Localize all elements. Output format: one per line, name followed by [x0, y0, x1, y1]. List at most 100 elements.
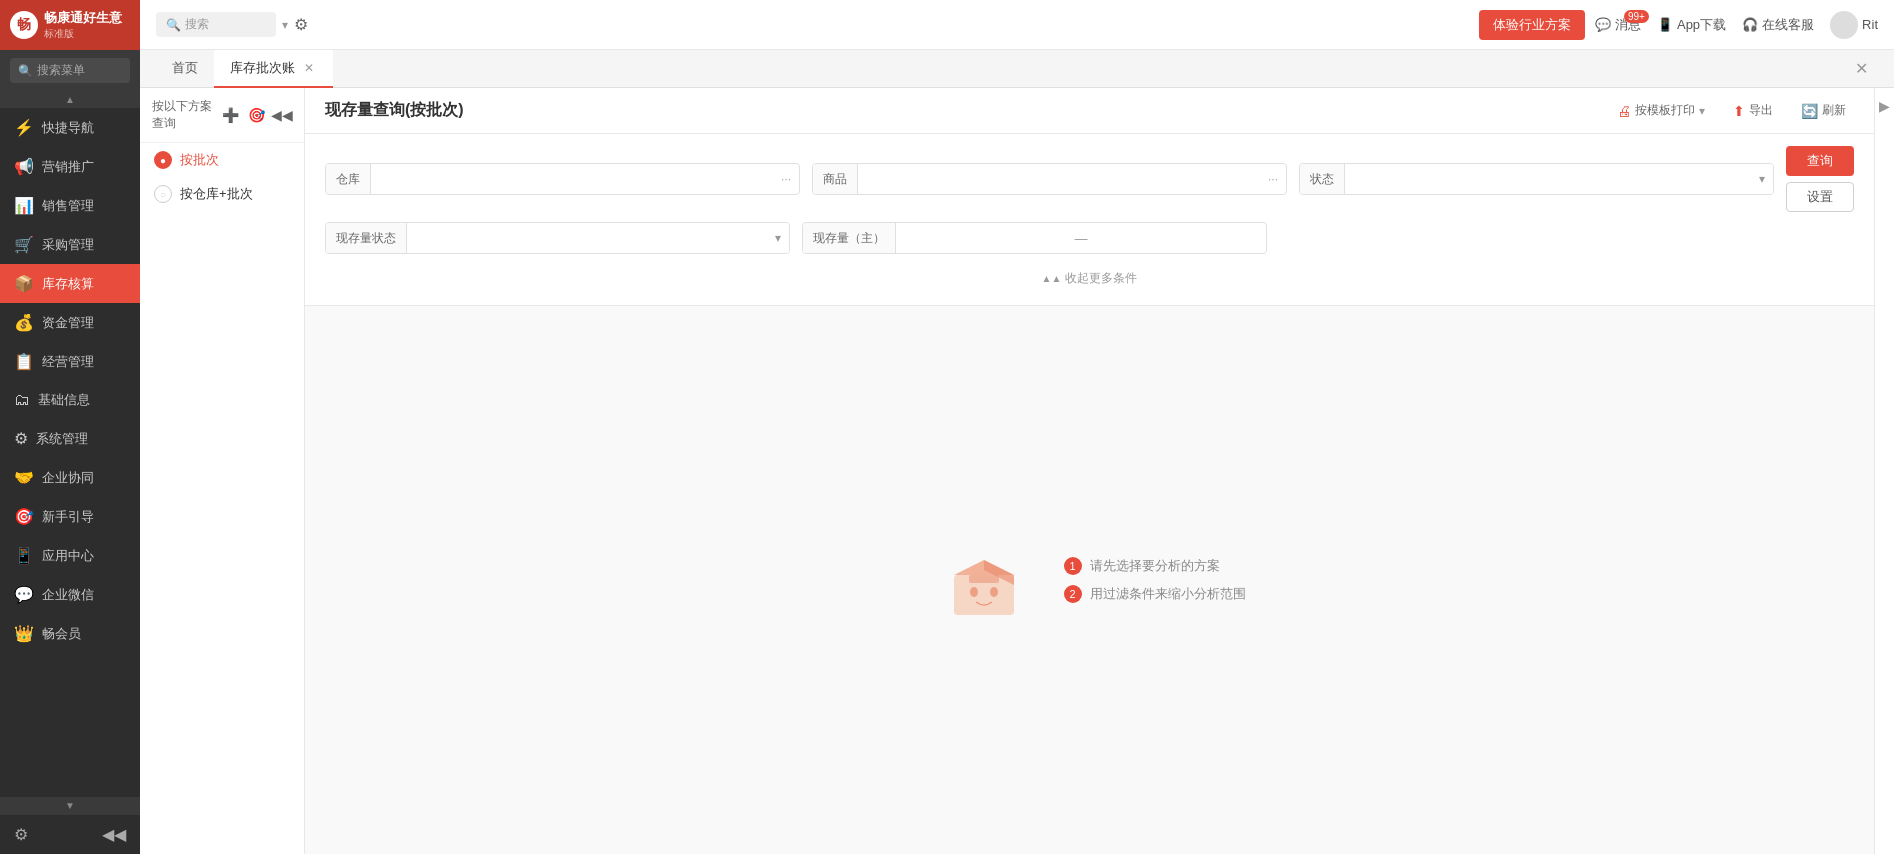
print-dropdown-icon[interactable]: ▾ — [1699, 104, 1705, 118]
print-button[interactable]: 🖨 按模板打印 ▾ — [1609, 98, 1713, 123]
filter-row-2: 现存量状态 ▾ 现存量（主） — — [325, 222, 1854, 254]
left-panel: 按以下方案查询 ➕ 🎯 ◀◀ ● 按批次 ○ 按仓库+批次 — [140, 88, 305, 854]
collapse-left-panel-button[interactable]: ◀◀ — [272, 105, 292, 125]
right-panel-close-button[interactable]: ▶ — [1879, 98, 1890, 114]
tab-close-button[interactable]: ✕ — [301, 60, 317, 76]
inventory-icon: 📦 — [14, 274, 34, 293]
svg-point-5 — [990, 587, 998, 597]
main-panel: 现存量查询(按批次) 🖨 按模板打印 ▾ ⬆ 导出 🔄 刷新 — [305, 88, 1874, 854]
product-filter-input[interactable] — [858, 172, 1260, 186]
sidebar-scroll-up[interactable]: ▲ — [0, 91, 140, 108]
product-more-icon[interactable]: ··· — [1260, 172, 1286, 186]
empty-tip-1-text: 请先选择要分析的方案 — [1090, 557, 1220, 575]
company-edition: 标准版 — [44, 27, 122, 40]
scheme-by-warehouse-batch[interactable]: ○ 按仓库+批次 — [140, 177, 304, 211]
collapse-arrow-icon: ▲▲ — [1042, 273, 1062, 284]
tab-batch-account-label: 库存批次账 — [230, 59, 295, 77]
scheme-by-batch-label: 按批次 — [180, 151, 219, 169]
sidebar-header: 畅 畅康通好生意 标准版 — [0, 0, 140, 50]
wechat-icon: 💬 — [14, 585, 34, 604]
settings-icon[interactable]: ⚙ — [14, 825, 28, 844]
sidebar-item-purchase[interactable]: 🛒 采购管理 — [0, 225, 140, 264]
empty-tip-2-text: 用过滤条件来缩小分析范围 — [1090, 585, 1246, 603]
logo-icon: 畅 — [10, 11, 38, 39]
topbar-chevron-icon[interactable]: ▾ — [282, 18, 288, 32]
trial-button[interactable]: 体验行业方案 — [1479, 10, 1585, 40]
inventory-qty-min-input[interactable] — [896, 231, 1069, 245]
sidebar-item-membership[interactable]: 👑 畅会员 — [0, 614, 140, 653]
sidebar-item-finance[interactable]: 💰 资金管理 — [0, 303, 140, 342]
user-profile-button[interactable]: Rit — [1830, 11, 1878, 39]
messages-badge: 99+ — [1624, 10, 1649, 23]
app-download-icon: 📱 — [1657, 17, 1673, 32]
tab-home[interactable]: 首页 — [156, 50, 214, 88]
collapse-sidebar-icon[interactable]: ◀◀ — [102, 825, 126, 844]
sidebar-item-wechat-label: 企业微信 — [42, 586, 94, 604]
sidebar-search-area[interactable]: 🔍 搜索菜单 — [0, 50, 140, 91]
tabs-bar: 首页 库存批次账 ✕ ✕ — [140, 50, 1894, 88]
finance-icon: 💰 — [14, 313, 34, 332]
left-panel-icons: ➕ 🎯 ◀◀ — [220, 105, 292, 125]
online-service-button[interactable]: 🎧 在线客服 — [1742, 16, 1814, 34]
scheme-by-batch[interactable]: ● 按批次 — [140, 143, 304, 177]
sidebar-item-marketing[interactable]: 📢 营销推广 — [0, 147, 140, 186]
status-filter-label: 状态 — [1300, 164, 1345, 194]
operations-icon: 📋 — [14, 352, 34, 371]
qty-range-dash: — — [1069, 231, 1094, 246]
inventory-status-select[interactable]: ▾ — [407, 223, 789, 253]
app-download-button[interactable]: 📱 App下载 — [1657, 16, 1726, 34]
sidebar-search-box[interactable]: 🔍 搜索菜单 — [10, 58, 130, 83]
filter-settings-button[interactable]: 设置 — [1786, 182, 1854, 212]
sidebar-search-label: 搜索菜单 — [37, 62, 85, 79]
app-download-label: App下载 — [1677, 16, 1726, 34]
export-button[interactable]: ⬆ 导出 — [1725, 98, 1781, 123]
add-scheme-button[interactable]: ➕ — [220, 105, 240, 125]
refresh-button[interactable]: 🔄 刷新 — [1793, 98, 1854, 123]
product-filter: 商品 ··· — [812, 163, 1287, 195]
sidebar-item-sales[interactable]: 📊 销售管理 — [0, 186, 140, 225]
quick-nav-icon: ⚡ — [14, 118, 34, 137]
tab-batch-account[interactable]: 库存批次账 ✕ — [214, 50, 333, 88]
topbar-settings-icon[interactable]: ⚙ — [294, 15, 308, 34]
sidebar-item-inventory-label: 库存核算 — [42, 275, 94, 293]
sidebar-item-app-center[interactable]: 📱 应用中心 — [0, 536, 140, 575]
sidebar-item-wechat[interactable]: 💬 企业微信 — [0, 575, 140, 614]
header-actions: 🖨 按模板打印 ▾ ⬆ 导出 🔄 刷新 — [1609, 98, 1854, 123]
status-filter: 状态 ▾ — [1299, 163, 1774, 195]
basics-icon: 🗂 — [14, 391, 30, 409]
scheme-settings-button[interactable]: 🎯 — [246, 105, 266, 125]
sidebar-item-quick-nav[interactable]: ⚡ 快捷导航 — [0, 108, 140, 147]
sidebar-item-inventory[interactable]: 📦 库存核算 — [0, 264, 140, 303]
marketing-icon: 📢 — [14, 157, 34, 176]
close-tab-panel-button[interactable]: ✕ — [1845, 59, 1878, 78]
collapse-conditions-button[interactable]: ▲▲ 收起更多条件 — [325, 264, 1854, 293]
sidebar-scroll-down[interactable]: ▼ — [0, 797, 140, 814]
refresh-icon: 🔄 — [1801, 103, 1818, 119]
sidebar-item-new-guide-label: 新手引导 — [42, 508, 94, 526]
inventory-status-label: 现存量状态 — [326, 223, 407, 253]
status-filter-select[interactable]: ▾ — [1345, 164, 1773, 194]
sidebar-footer: ⚙ ◀◀ — [0, 814, 140, 854]
scheme-by-warehouse-batch-label: 按仓库+批次 — [180, 185, 253, 203]
status-dropdown-icon: ▾ — [1759, 172, 1765, 186]
app-center-icon: 📱 — [14, 546, 34, 565]
svg-rect-3 — [969, 575, 999, 583]
inventory-qty-max-input[interactable] — [1094, 231, 1267, 245]
sidebar-item-operations[interactable]: 📋 经营管理 — [0, 342, 140, 381]
messages-button[interactable]: 💬 消息 99+ — [1595, 16, 1641, 34]
membership-icon: 👑 — [14, 624, 34, 643]
empty-tips: 1 请先选择要分析的方案 2 用过滤条件来缩小分析范围 — [1064, 557, 1246, 603]
sidebar-item-system[interactable]: ⚙ 系统管理 — [0, 419, 140, 458]
sidebar-item-new-guide[interactable]: 🎯 新手引导 — [0, 497, 140, 536]
inventory-qty-label: 现存量（主） — [803, 223, 896, 253]
sidebar-item-basics[interactable]: 🗂 基础信息 — [0, 381, 140, 419]
topbar-left: 🔍 搜索 ▾ ⚙ — [156, 12, 1469, 37]
query-button[interactable]: 查询 — [1786, 146, 1854, 176]
warehouse-more-icon[interactable]: ··· — [773, 172, 799, 186]
topbar-search-box[interactable]: 🔍 搜索 — [156, 12, 276, 37]
warehouse-filter-input[interactable] — [371, 172, 773, 186]
inventory-status-filter: 现存量状态 ▾ — [325, 222, 790, 254]
main-panel-header: 现存量查询(按批次) 🖨 按模板打印 ▾ ⬆ 导出 🔄 刷新 — [305, 88, 1874, 134]
topbar: 🔍 搜索 ▾ ⚙ 体验行业方案 💬 消息 99+ 📱 App下载 🎧 在线客服 — [140, 0, 1894, 50]
sidebar-item-enterprise[interactable]: 🤝 企业协同 — [0, 458, 140, 497]
